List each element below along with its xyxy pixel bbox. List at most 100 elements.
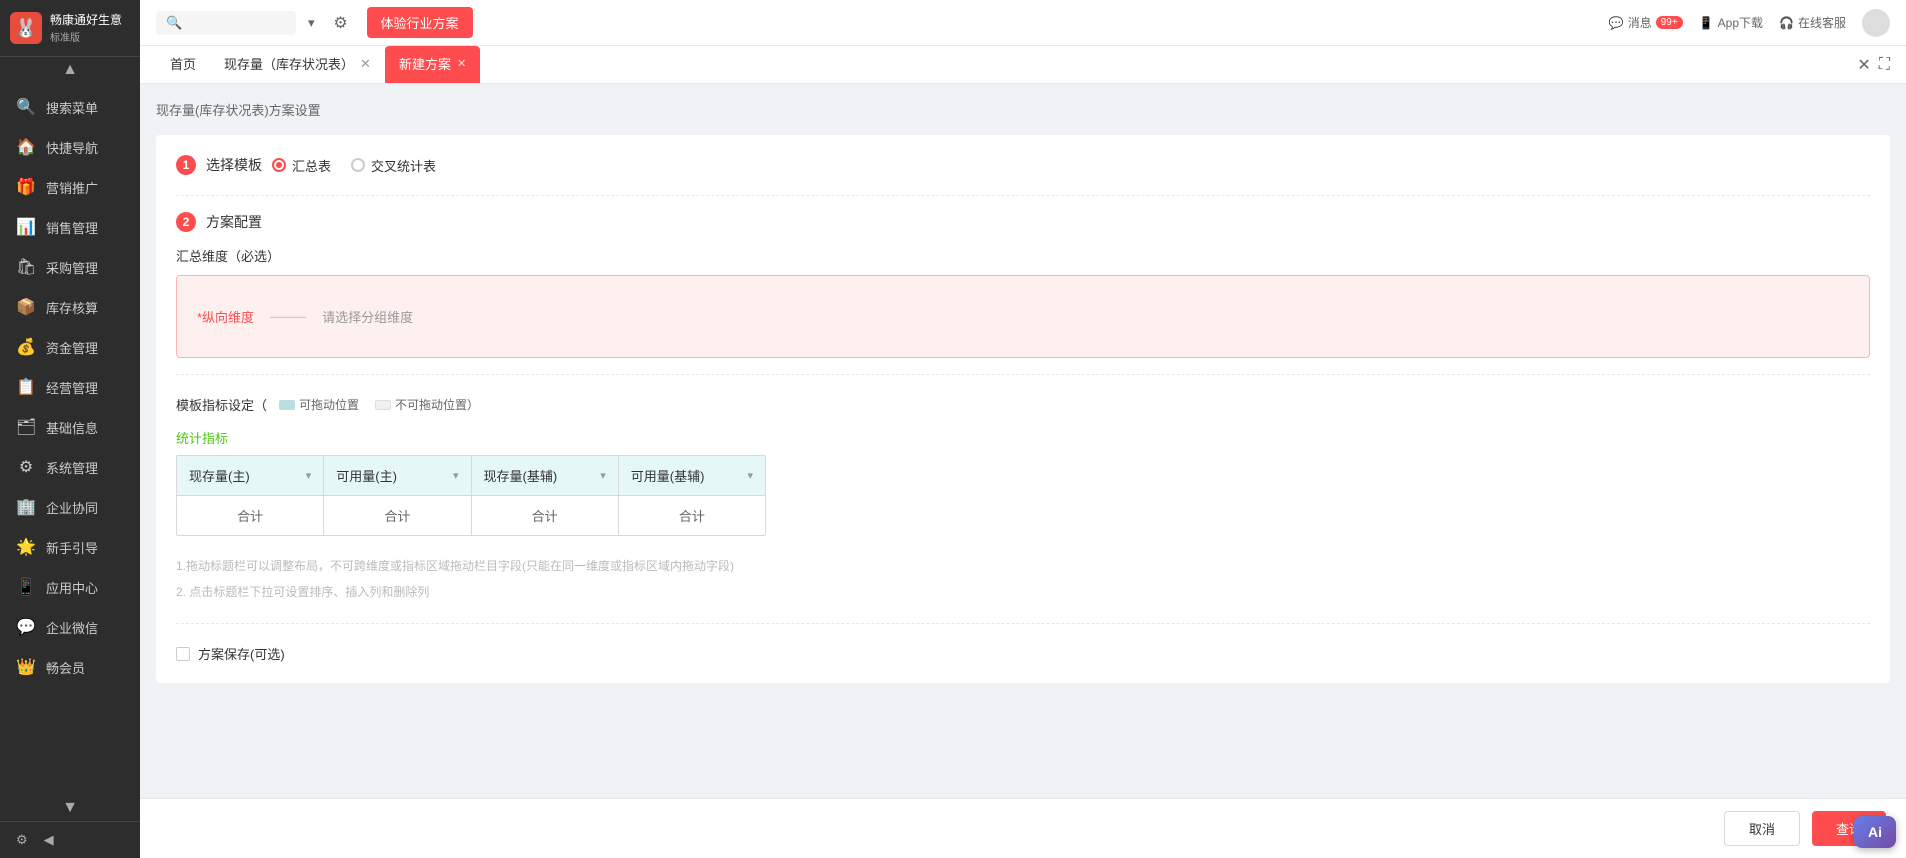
sidebar-collapse-icon[interactable]: ◀ [44, 832, 54, 848]
radio-cross-table[interactable]: 交叉统计表 [351, 156, 436, 175]
radio-summary-label: 汇总表 [292, 156, 331, 175]
app-download-button[interactable]: 📱 App下载 [1699, 14, 1763, 31]
sidebar-bottom: ⚙ ◀ [0, 821, 140, 858]
search-icon: 🔍 [166, 15, 182, 31]
tab-inventory-close-icon[interactable]: ✕ [360, 56, 371, 72]
sidebar-item-enterprise[interactable]: 🏢 企业协同 [0, 487, 140, 527]
ai-fab-button[interactable]: Ai [1854, 816, 1896, 848]
sidebar-item-label: 快捷导航 [46, 138, 98, 157]
stats-table: 现存量(主) ▾ 可用量(主) ▾ 现存量(基辅) ▾ [176, 455, 766, 536]
tab-new-plan-close-icon[interactable]: ✕ [457, 57, 466, 70]
save-checkbox-section: 方案保存(可选) [176, 644, 1870, 663]
sidebar-item-label: 新手引导 [46, 538, 98, 557]
col-header-0[interactable]: 现存量(主) ▾ [177, 456, 324, 495]
step1-section: 1 选择模板 汇总表 交叉统计表 [176, 155, 1870, 175]
col-body-3: 合计 [619, 496, 765, 535]
trial-industry-button[interactable]: 体验行业方案 [367, 7, 473, 38]
sidebar-item-inventory[interactable]: 📦 库存核算 [0, 287, 140, 327]
col-chevron-3[interactable]: ▾ [747, 469, 753, 482]
topbar: 🔍 ▾ ⚙ 体验行业方案 💬 消息 99+ 📱 App下载 🎧 在线客服 [140, 0, 1906, 46]
col-header-label-1: 可用量(主) [336, 466, 397, 485]
app-icon: 📱 [1699, 16, 1714, 30]
sidebar-item-purchase[interactable]: 🛍 采购管理 [0, 247, 140, 287]
expand-tab-icon[interactable]: ⛶ [1879, 56, 1890, 74]
step1-header: 1 选择模板 汇总表 交叉统计表 [176, 155, 1870, 175]
sidebar-item-search-menu[interactable]: 🔍 搜索菜单 [0, 87, 140, 127]
main-area: 🔍 ▾ ⚙ 体验行业方案 💬 消息 99+ 📱 App下载 🎧 在线客服 [140, 0, 1906, 858]
sidebar-item-quick-nav[interactable]: 🏠 快捷导航 [0, 127, 140, 167]
col-body-1: 合计 [324, 496, 471, 535]
sidebar-item-label: 基础信息 [46, 418, 98, 437]
col-header-label-0: 现存量(主) [189, 466, 250, 485]
tips-section: 1.拖动标题栏可以调整布局，不可跨维度或指标区域拖动栏目字段(只能在同一维度或指… [176, 556, 1870, 603]
col-chevron-1[interactable]: ▾ [453, 469, 459, 482]
sidebar-item-sales[interactable]: 📊 销售管理 [0, 207, 140, 247]
page-title: 现存量(库存状况表)方案设置 [156, 100, 1890, 119]
user-avatar[interactable] [1862, 9, 1890, 37]
sidebar-item-marketing[interactable]: 🎁 营销推广 [0, 167, 140, 207]
sidebar-item-operations[interactable]: 📋 经营管理 [0, 367, 140, 407]
sidebar-item-label: 营销推广 [46, 178, 98, 197]
sidebar-item-label: 系统管理 [46, 458, 98, 477]
sidebar-item-label: 库存核算 [46, 298, 98, 317]
save-checkbox-label: 方案保存(可选) [198, 644, 285, 663]
search-icon: 🔍 [16, 97, 36, 117]
brand-name: 畅康通好生意 [50, 12, 122, 29]
topbar-right: 💬 消息 99+ 📱 App下载 🎧 在线客服 [1609, 9, 1890, 37]
online-service-button[interactable]: 🎧 在线客服 [1779, 14, 1846, 31]
sidebar-item-member[interactable]: 👑 畅会员 [0, 647, 140, 687]
online-service-label: 在线客服 [1798, 14, 1846, 31]
sidebar-scroll-up[interactable]: ▲ [0, 57, 140, 83]
col-chevron-2[interactable]: ▾ [600, 469, 606, 482]
col-body-0: 合计 [177, 496, 324, 535]
dimension-placeholder: 请选择分组维度 [322, 307, 413, 326]
dimension-required-label: *纵向维度 [197, 307, 254, 326]
col-header-3[interactable]: 可用量(基辅) ▾ [619, 456, 765, 495]
close-tab-icon[interactable]: ✕ [1857, 55, 1870, 75]
col-header-1[interactable]: 可用量(主) ▾ [324, 456, 471, 495]
sidebar-settings-icon[interactable]: ⚙ [16, 832, 28, 848]
legend-non-draggable: 不可拖动位置） [375, 396, 479, 413]
message-badge: 99+ [1656, 16, 1683, 29]
col-header-2[interactable]: 现存量(基辅) ▾ [472, 456, 619, 495]
bottom-bar: 取消 查询 [140, 798, 1906, 858]
sidebar-item-label: 搜索菜单 [46, 98, 98, 117]
topbar-settings-button[interactable]: ⚙ [327, 9, 355, 37]
tab-home[interactable]: 首页 [156, 46, 210, 83]
chevron-down-icon[interactable]: ▾ [308, 15, 315, 31]
tab-home-label: 首页 [170, 54, 196, 73]
dimension-box[interactable]: *纵向维度 —— 请选择分组维度 [176, 275, 1870, 358]
gift-icon: 🎁 [16, 177, 36, 197]
sidebar-item-app-center[interactable]: 📱 应用中心 [0, 567, 140, 607]
save-checkbox[interactable] [176, 647, 190, 661]
finance-icon: 💰 [16, 337, 36, 357]
step2-section: 2 方案配置 汇总维度（必选） *纵向维度 —— 请选择分组维度 模板指标设定（ [176, 212, 1870, 603]
tab-new-plan-label: 新建方案 [399, 54, 451, 73]
tab-new-plan[interactable]: 新建方案 ✕ [385, 46, 480, 83]
cancel-button[interactable]: 取消 [1724, 811, 1800, 846]
sales-icon: 📊 [16, 217, 36, 237]
tab-inventory[interactable]: 现存量（库存状况表） ✕ [210, 46, 385, 83]
sidebar-scroll-down[interactable]: ▼ [0, 795, 140, 821]
search-box[interactable]: 🔍 [156, 11, 296, 35]
brand-edition: 标准版 [50, 29, 122, 44]
stats-table-body: 合计 合计 合计 合计 [177, 495, 765, 535]
sidebar-item-enterprise-wechat[interactable]: 💬 企业微信 [0, 607, 140, 647]
col-sub-label-2: 合计 [532, 506, 558, 525]
sidebar-item-finance[interactable]: 💰 资金管理 [0, 327, 140, 367]
radio-summary-table[interactable]: 汇总表 [272, 156, 331, 175]
radio-summary-dot [272, 158, 286, 172]
home-icon: 🏠 [16, 137, 36, 157]
message-button[interactable]: 💬 消息 99+ [1609, 14, 1683, 31]
search-input[interactable] [188, 16, 286, 30]
sidebar-item-system[interactable]: ⚙ 系统管理 [0, 447, 140, 487]
legend-non-draggable-label: 不可拖动位置） [395, 396, 479, 413]
step2-badge: 2 [176, 212, 196, 232]
radio-cross-dot [351, 158, 365, 172]
sidebar-item-basic-info[interactable]: 🗂 基础信息 [0, 407, 140, 447]
enterprise-icon: 🏢 [16, 497, 36, 517]
col-body-2: 合计 [472, 496, 619, 535]
sidebar-item-newbie[interactable]: 🌟 新手引导 [0, 527, 140, 567]
step-divider [176, 195, 1870, 196]
col-chevron-0[interactable]: ▾ [306, 469, 312, 482]
